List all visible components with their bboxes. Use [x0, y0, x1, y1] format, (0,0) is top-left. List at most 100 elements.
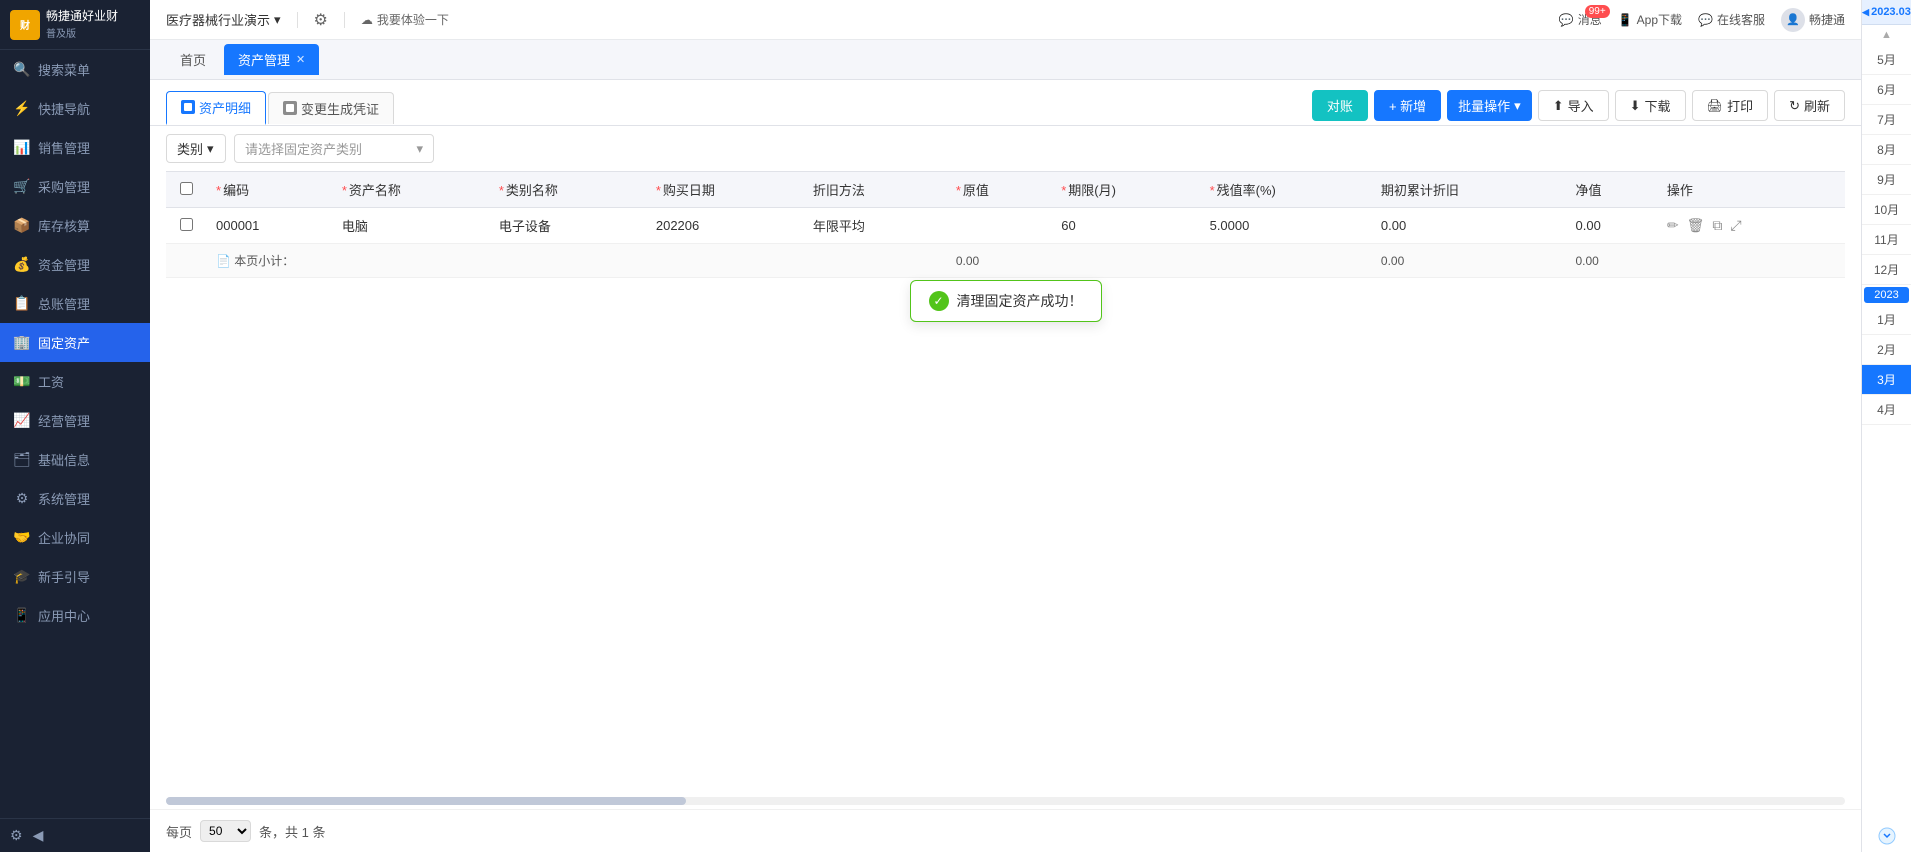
subtotal-original: 0.00 [946, 244, 1051, 278]
sidebar-item-payroll[interactable]: 💵 工资 [0, 362, 150, 401]
row-checkbox[interactable] [180, 218, 193, 231]
edit-icon[interactable]: ✏ [1667, 217, 1679, 234]
cal-month-12[interactable]: 12月 [1862, 255, 1911, 285]
sidebar-item-ledger[interactable]: 📋 总账管理 [0, 284, 150, 323]
cal-month-10[interactable]: 10月 [1862, 195, 1911, 225]
import-button[interactable]: ⬆ 导入 [1538, 90, 1609, 121]
chevron-down-icon: ▾ [1514, 98, 1521, 114]
cal-month-3-current[interactable]: 3月 [1862, 365, 1911, 395]
message-button[interactable]: 💬 消息 99+ [1559, 11, 1602, 28]
copy-icon[interactable]: ⧉ [1712, 217, 1722, 234]
total-label: 条，共 1 条 [259, 822, 325, 841]
cal-month-11[interactable]: 11月 [1862, 225, 1911, 255]
tab-asset-management[interactable]: 资产管理 ✕ [224, 44, 319, 75]
filter-placeholder: 请选择固定资产类别 [245, 139, 362, 158]
table-row: 000001 电脑 电子设备 202206 年限平均 60 5.0000 0.0… [166, 208, 1845, 244]
sidebar-item-sales[interactable]: 📊 销售管理 [0, 128, 150, 167]
cal-month-1[interactable]: 1月 [1862, 305, 1911, 335]
topbar-divider2 [344, 12, 345, 28]
user-avatar: 👤 [1781, 8, 1805, 32]
company-selector[interactable]: 医疗器械行业演示 ▾ [166, 10, 281, 29]
user-profile[interactable]: 👤 畅捷通 [1781, 8, 1845, 32]
topbar: 医疗器械行业演示 ▾ ⚙ ☁ 我要体验一下 💬 消息 99+ 📱 App下载 💬… [150, 0, 1861, 40]
sidebar-item-label: 资金管理 [38, 255, 90, 274]
cell-depreciation: 年限平均 [803, 208, 946, 244]
subtotal-label: 本页小计： [234, 254, 294, 268]
download-button[interactable]: ⬇ 下载 [1615, 90, 1686, 121]
filter-label: 类别 [177, 139, 203, 158]
online-service-button[interactable]: 💬 在线客服 [1698, 11, 1765, 28]
subtab-voucher[interactable]: 变更生成凭证 [268, 92, 394, 124]
row-checkbox-cell[interactable] [166, 208, 206, 244]
select-all-header[interactable] [166, 172, 206, 208]
calendar-scroll-up[interactable]: ▲ [1862, 25, 1911, 45]
topbar-divider [297, 12, 298, 28]
col-residual-rate: *残值率(%) [1200, 172, 1371, 208]
refresh-icon: ↻ [1789, 98, 1800, 114]
col-period: *期限(月) [1051, 172, 1199, 208]
select-all-checkbox[interactable] [180, 182, 193, 195]
app-download-button[interactable]: 📱 App下载 [1618, 11, 1682, 28]
per-page-select[interactable]: 50 100 200 [200, 820, 251, 842]
subtotal-actions [1657, 244, 1845, 278]
tab-close-icon[interactable]: ✕ [296, 53, 305, 66]
delete-icon[interactable]: 🗑 [1687, 217, 1705, 234]
cal-month-8[interactable]: 8月 [1862, 135, 1911, 165]
col-accumulated: 期初累计折旧 [1371, 172, 1566, 208]
sidebar-item-purchase[interactable]: 🛒 采购管理 [0, 167, 150, 206]
subtotal-checkbox-cell [166, 244, 206, 278]
sidebar-item-fixed-assets[interactable]: 🏢 固定资产 [0, 323, 150, 362]
username-label: 畅捷通 [1809, 11, 1845, 28]
cal-month-6[interactable]: 6月 [1862, 75, 1911, 105]
cal-month-5[interactable]: 5月 [1862, 45, 1911, 75]
sidebar-item-app-center[interactable]: 📱 应用中心 [0, 596, 150, 635]
experience-button[interactable]: ☁ 我要体验一下 [361, 11, 449, 28]
category-filter[interactable]: 类别 ▾ [166, 134, 226, 163]
sidebar-item-enterprise[interactable]: 🤝 企业协同 [0, 518, 150, 557]
new-button[interactable]: + 新增 [1374, 90, 1441, 121]
collapse-icon[interactable]: ◀ [33, 827, 44, 844]
settings-button[interactable]: ⚙ [314, 10, 328, 30]
cal-month-4[interactable]: 4月 [1862, 395, 1911, 425]
settings-icon[interactable]: ⚙ [10, 827, 23, 844]
subtab-asset-detail[interactable]: 资产明细 [166, 91, 266, 125]
print-button[interactable]: 🖨 打印 [1692, 90, 1769, 121]
sidebar-item-label: 库存核算 [38, 216, 90, 235]
horizontal-scrollbar[interactable] [150, 793, 1861, 809]
cal-month-2[interactable]: 2月 [1862, 335, 1911, 365]
topbar-right: 💬 消息 99+ 📱 App下载 💬 在线客服 👤 畅捷通 [1559, 8, 1845, 32]
category-input[interactable]: 请选择固定资产类别 ▾ [234, 134, 434, 163]
reconcile-button[interactable]: 对账 [1312, 90, 1368, 121]
online-service-label: 在线客服 [1717, 11, 1765, 28]
cell-name: 电脑 [332, 208, 489, 244]
sidebar-item-search-menu[interactable]: 🔍 搜索菜单 [0, 50, 150, 89]
refresh-button[interactable]: ↻ 刷新 [1774, 90, 1845, 121]
calendar-scroll-down[interactable] [1862, 823, 1911, 852]
cal-month-9[interactable]: 9月 [1862, 165, 1911, 195]
sidebar-item-finance[interactable]: 💰 资金管理 [0, 245, 150, 284]
right-sidebar-calendar: ◀ 2023.03 ▲ 5月 6月 7月 8月 9月 10月 11月 12月 2… [1861, 0, 1911, 852]
app-title: 畅捷通好业财 [46, 9, 118, 25]
sidebar-item-basic-info[interactable]: 🗂 基础信息 [0, 440, 150, 479]
subtab-voucher-label: 变更生成凭证 [301, 99, 379, 118]
sidebar-item-operations[interactable]: 📈 经营管理 [0, 401, 150, 440]
cell-period: 60 [1051, 208, 1199, 244]
cal-month-7[interactable]: 7月 [1862, 105, 1911, 135]
subtab-bar: 资产明细 变更生成凭证 对账 + 新增 批量操作 ▾ ⬆ 导入 [150, 80, 1861, 126]
more-icon[interactable]: ⤢ [1730, 217, 1741, 234]
sidebar-item-system[interactable]: ⚙ 系统管理 [0, 479, 150, 518]
sidebar-item-label: 总账管理 [38, 294, 90, 313]
sidebar-item-quick-nav[interactable]: ⚡ 快捷导航 [0, 89, 150, 128]
tab-home[interactable]: 首页 [166, 44, 220, 75]
scroll-thumb[interactable] [166, 797, 686, 805]
calendar-arrow-up[interactable]: ◀ [1862, 7, 1869, 18]
sidebar-item-inventory[interactable]: 📦 库存核算 [0, 206, 150, 245]
purchase-icon: 🛒 [14, 179, 30, 195]
tab-asset-label: 资产管理 [238, 50, 290, 69]
col-net-value: 净值 [1566, 172, 1657, 208]
sidebar-item-label: 固定资产 [38, 333, 90, 352]
batch-operation-button[interactable]: 批量操作 ▾ [1447, 90, 1532, 121]
toolbar-buttons: 对账 + 新增 批量操作 ▾ ⬆ 导入 ⬇ 下载 🖨 打印 [1312, 90, 1845, 121]
enterprise-icon: 🤝 [14, 530, 30, 546]
sidebar-item-beginner[interactable]: 🎓 新手引导 [0, 557, 150, 596]
